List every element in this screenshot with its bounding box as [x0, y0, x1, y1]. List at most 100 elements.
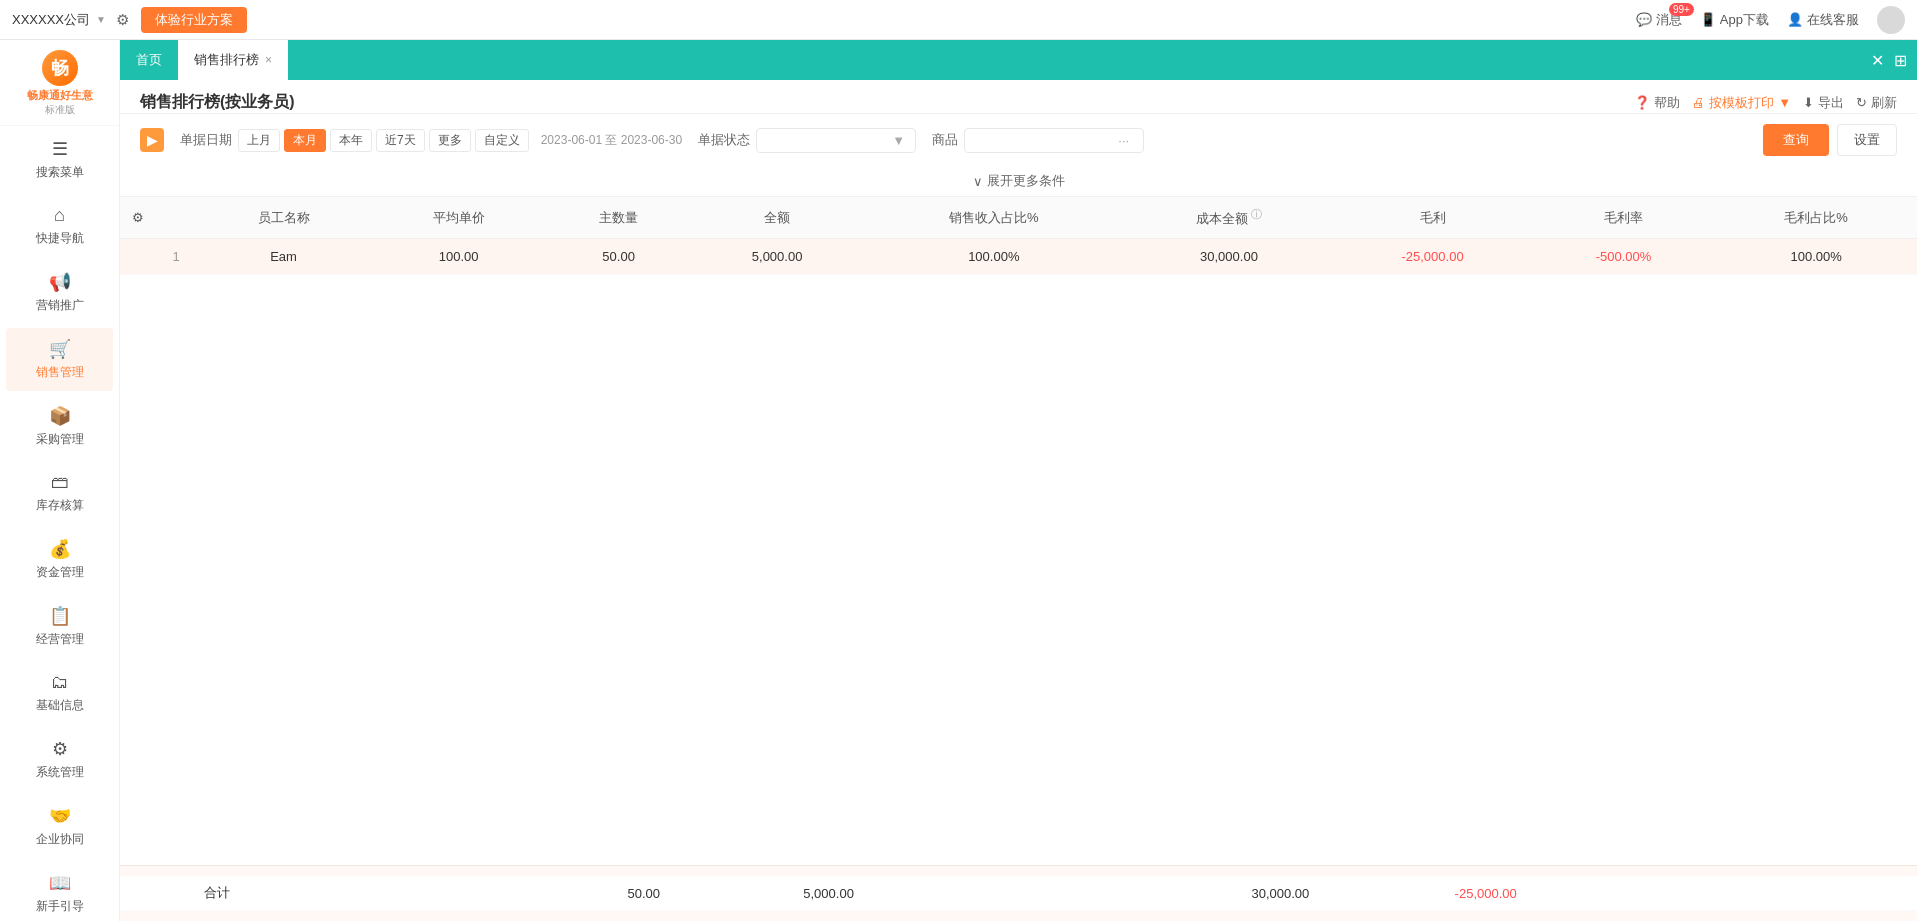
- export-label: 导出: [1818, 94, 1844, 112]
- last7-button[interactable]: 近7天: [376, 129, 425, 152]
- col-amount: 全额: [691, 197, 863, 239]
- this-month-button[interactable]: 本月: [284, 129, 326, 152]
- col-sales-pct: 销售收入占比%: [863, 197, 1125, 239]
- sidebar-item-finance[interactable]: 💰 资金管理: [6, 528, 113, 591]
- sidebar-item-shortcut[interactable]: ⌂ 快捷导航: [6, 195, 113, 257]
- refresh-button[interactable]: ↻ 刷新: [1856, 94, 1897, 112]
- sidebar-item-search[interactable]: ☰ 搜索菜单: [6, 128, 113, 191]
- company-settings-button[interactable]: ⚙: [116, 11, 129, 29]
- row-sales-pct: 100.00%: [863, 239, 1125, 275]
- help-button[interactable]: ❓ 帮助: [1634, 94, 1680, 112]
- sidebar-label-shortcut: 快捷导航: [36, 230, 84, 247]
- goods-more-icon[interactable]: ···: [1114, 133, 1133, 148]
- goods-input[interactable]: ···: [964, 128, 1144, 153]
- row-rank: 1: [156, 239, 196, 275]
- logo-icon: 畅: [42, 50, 78, 86]
- app-label: App下载: [1720, 11, 1769, 29]
- company-selector[interactable]: XXXXXX公司 ▼: [12, 11, 106, 29]
- purchase-icon: 📦: [49, 405, 71, 427]
- guide-icon: 📖: [49, 872, 71, 894]
- footer-qty: 50.00: [562, 876, 726, 911]
- sidebar-label-finance: 资金管理: [36, 564, 84, 581]
- help-icon: ❓: [1634, 95, 1650, 110]
- row-settings: [120, 239, 156, 275]
- tab-close-all-button[interactable]: ✕: [1871, 51, 1884, 70]
- sidebar: 畅 畅康通好生意 标准版 ☰ 搜索菜单 ⌂ 快捷导航 📢 营销推广 🛒 销售管理…: [0, 40, 120, 921]
- service-label: 在线客服: [1807, 11, 1859, 29]
- sidebar-item-purchase[interactable]: 📦 采购管理: [6, 395, 113, 458]
- filter-date-group: 单据日期 上月 本月 本年 近7天 更多 自定义 2023-06-01 至 20…: [180, 129, 682, 152]
- row-name: Eam: [196, 239, 371, 275]
- sidebar-item-basic[interactable]: 🗂 基础信息: [6, 662, 113, 724]
- settings-button[interactable]: 设置: [1837, 124, 1897, 156]
- online-service-button[interactable]: 👤 在线客服: [1787, 11, 1859, 29]
- footer-settings-col: [120, 876, 152, 911]
- table-container: ⚙ 员工名称 平均单价 主数量 全额 销售收入占比% 成本全额 ⓘ 毛利 毛利率…: [120, 197, 1917, 865]
- col-qty: 主数量: [546, 197, 691, 239]
- sidebar-label-system: 系统管理: [36, 764, 84, 781]
- company-name: XXXXXX公司: [12, 11, 90, 29]
- col-gross: 毛利: [1333, 197, 1531, 239]
- tab-home-label: 首页: [136, 51, 162, 69]
- status-chevron-icon: ▼: [892, 133, 905, 148]
- sidebar-label-search: 搜索菜单: [36, 164, 84, 181]
- expand-more-button[interactable]: ∨ 展开更多条件: [973, 172, 1065, 190]
- sidebar-item-corp[interactable]: 🤝 企业协同: [6, 795, 113, 858]
- service-icon: 👤: [1787, 12, 1803, 27]
- this-year-button[interactable]: 本年: [330, 129, 372, 152]
- tab-sales-ranking[interactable]: 销售排行榜 ×: [178, 40, 288, 80]
- refresh-icon: ↻: [1856, 95, 1867, 110]
- filter-toggle-button[interactable]: ▶: [140, 128, 164, 152]
- header-actions: ❓ 帮助 🖨 按模板打印 ▼ ⬇ 导出 ↻ 刷新: [1634, 94, 1897, 112]
- try-industry-button[interactable]: 体验行业方案: [141, 7, 247, 33]
- query-button[interactable]: 查询: [1763, 124, 1829, 156]
- custom-date-button[interactable]: 自定义: [475, 129, 529, 152]
- more-date-button[interactable]: 更多: [429, 129, 471, 152]
- col-gross-pct: 毛利占比%: [1715, 197, 1917, 239]
- logo-text: 畅康通好生意: [27, 88, 93, 103]
- last-month-button[interactable]: 上月: [238, 129, 280, 152]
- message-button[interactable]: 💬 消息 99+: [1636, 11, 1682, 29]
- data-table: ⚙ 员工名称 平均单价 主数量 全额 销售收入占比% 成本全额 ⓘ 毛利 毛利率…: [120, 197, 1917, 275]
- tab-close-icon[interactable]: ×: [265, 53, 272, 67]
- sidebar-item-guide[interactable]: 📖 新手引导: [6, 862, 113, 921]
- sidebar-item-system[interactable]: ⚙ 系统管理: [6, 728, 113, 791]
- footer-avg-price: [397, 876, 561, 911]
- system-icon: ⚙: [52, 738, 68, 760]
- tab-bar-right: ✕ ⊞: [1871, 51, 1917, 70]
- export-button[interactable]: ⬇ 导出: [1803, 94, 1844, 112]
- footer-gross-pct: [1753, 876, 1917, 911]
- sidebar-label-corp: 企业协同: [36, 831, 84, 848]
- sidebar-label-purchase: 采购管理: [36, 431, 84, 448]
- sidebar-label-guide: 新手引导: [36, 898, 84, 915]
- sidebar-item-operation[interactable]: 📋 经营管理: [6, 595, 113, 658]
- print-chevron-icon: ▼: [1778, 95, 1791, 110]
- row-gross: -25,000.00: [1333, 239, 1531, 275]
- table-header-row: ⚙ 员工名称 平均单价 主数量 全额 销售收入占比% 成本全额 ⓘ 毛利 毛利率…: [120, 197, 1917, 239]
- table-body: 1 Eam 100.00 50.00 5,000.00 100.00% 30,0…: [120, 239, 1917, 275]
- sidebar-item-inventory[interactable]: 🗃 库存核算: [6, 462, 113, 524]
- help-label: 帮助: [1654, 94, 1680, 112]
- app-download-button[interactable]: 📱 App下载: [1700, 11, 1769, 29]
- tab-home[interactable]: 首页: [120, 40, 178, 80]
- filter-status-group: 单据状态 ▼: [698, 128, 916, 153]
- basic-icon: 🗂: [51, 672, 69, 693]
- status-select[interactable]: ▼: [756, 128, 916, 153]
- sidebar-item-sales[interactable]: 🛒 销售管理: [6, 328, 113, 391]
- sidebar-label-inventory: 库存核算: [36, 497, 84, 514]
- sidebar-label-basic: 基础信息: [36, 697, 84, 714]
- col-gross-rate: 毛利率: [1532, 197, 1715, 239]
- filter-bar: ▶ 单据日期 上月 本月 本年 近7天 更多 自定义 2023-06-01 至 …: [120, 114, 1917, 166]
- table-footer: 合计 50.00 5,000.00 30,000.00 -25,000.00: [120, 865, 1917, 921]
- expand-label: 展开更多条件: [987, 172, 1065, 190]
- main-layout: 畅 畅康通好生意 标准版 ☰ 搜索菜单 ⌂ 快捷导航 📢 营销推广 🛒 销售管理…: [0, 40, 1917, 921]
- print-button[interactable]: 🖨 按模板打印 ▼: [1692, 94, 1791, 112]
- sidebar-item-marketing[interactable]: 📢 营销推广: [6, 261, 113, 324]
- row-amount: 5,000.00: [691, 239, 863, 275]
- tab-restore-button[interactable]: ⊞: [1894, 51, 1907, 70]
- footer-cost: 30,000.00: [1178, 876, 1383, 911]
- date-label: 单据日期: [180, 131, 232, 149]
- expand-more-bar: ∨ 展开更多条件: [120, 166, 1917, 197]
- company-chevron-icon: ▼: [96, 14, 106, 25]
- user-avatar-area[interactable]: [1877, 6, 1905, 34]
